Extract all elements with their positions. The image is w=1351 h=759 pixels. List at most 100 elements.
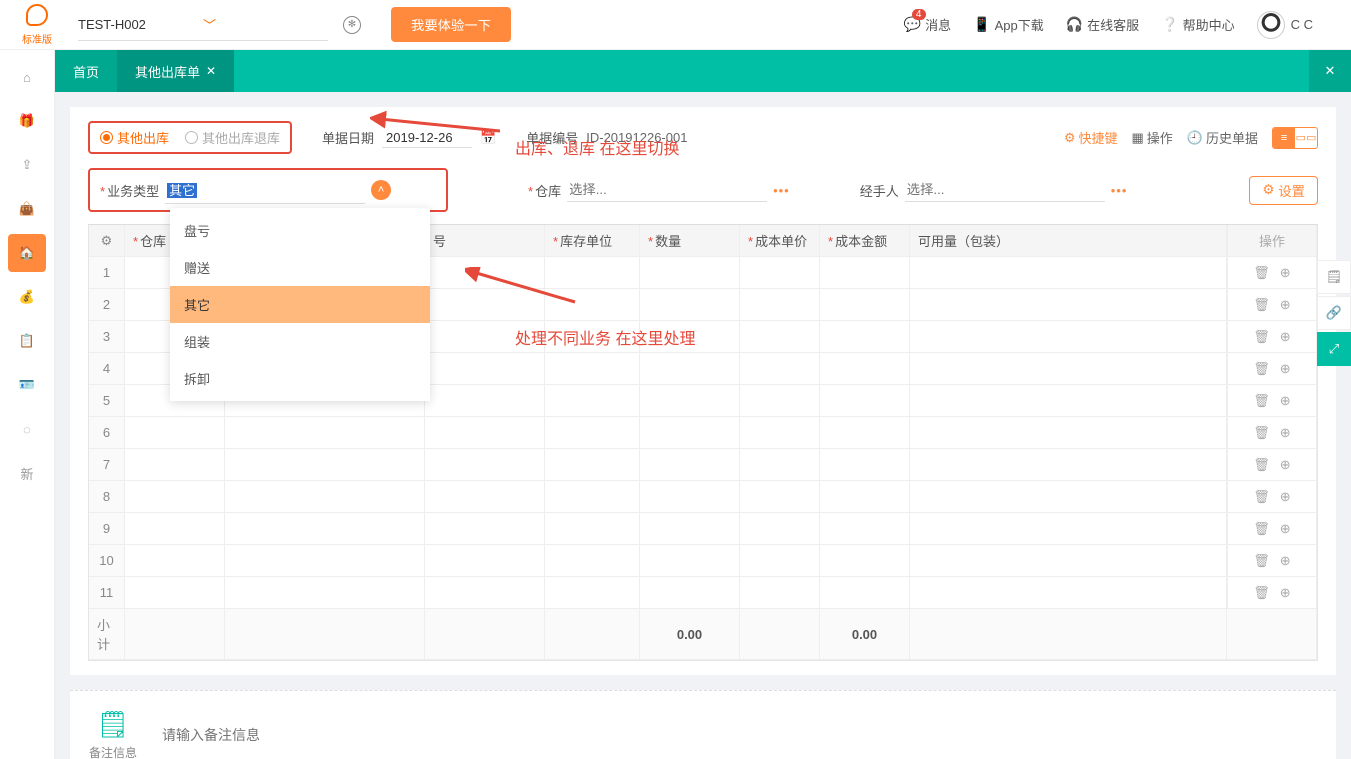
delete-row-icon[interactable]: 🗑	[1253, 585, 1270, 601]
add-row-icon[interactable]: ⊕	[1280, 393, 1291, 409]
operator-select[interactable]	[905, 178, 1105, 202]
doc-no-value: ID-20191226-001	[586, 130, 687, 145]
nav-gift-icon[interactable]: 🎁	[8, 102, 46, 140]
delete-row-icon[interactable]: 🗑	[1253, 457, 1270, 473]
biz-type-dropdown: 盘亏 赠送 其它 组装 拆卸	[170, 208, 430, 401]
chevron-down-icon: ﹀	[203, 15, 328, 34]
table-row[interactable]: 7🗑⊕	[89, 449, 1317, 481]
logo-icon	[26, 4, 48, 26]
delete-row-icon[interactable]: 🗑	[1253, 521, 1270, 537]
subtotal-qty: 0.00	[640, 609, 740, 659]
nav-warehouse-icon[interactable]: 🏠	[8, 234, 46, 272]
right-tool-rail: 🗒 🔗 ⤢	[1317, 260, 1351, 368]
help-icon: ❔	[1161, 16, 1178, 33]
more-icon[interactable]: •••	[773, 183, 790, 198]
delete-row-icon[interactable]: 🗑	[1253, 329, 1270, 345]
message-badge: 4	[912, 9, 926, 20]
list-view-icon[interactable]: ≡	[1273, 128, 1295, 148]
card-view-icon[interactable]: ▭▭	[1295, 128, 1317, 148]
add-row-icon[interactable]: ⊕	[1280, 297, 1291, 313]
trial-button[interactable]: 我要体验一下	[391, 7, 511, 42]
app-download-button[interactable]: 📱 App下载	[973, 15, 1044, 34]
expand-tool-icon[interactable]: ⤢	[1317, 332, 1351, 366]
link-tool-icon[interactable]: 🔗	[1317, 296, 1351, 330]
column-config-icon[interactable]: ⚙	[89, 225, 125, 256]
settings-button[interactable]: ⚙设置	[1249, 176, 1318, 205]
warehouse-label: 仓库	[528, 181, 561, 200]
row-index: 8	[89, 481, 125, 512]
delete-row-icon[interactable]: 🗑	[1253, 425, 1270, 441]
add-row-icon[interactable]: ⊕	[1280, 265, 1291, 281]
headset-icon: 🎧	[1066, 16, 1083, 33]
biz-option[interactable]: 赠送	[170, 249, 430, 286]
view-toggle[interactable]: ≡ ▭▭	[1272, 127, 1318, 149]
table-row[interactable]: 10🗑⊕	[89, 545, 1317, 577]
chevron-up-icon[interactable]: ˄	[371, 180, 391, 200]
brand-logo: 标准版	[16, 4, 58, 46]
tab-other-out[interactable]: 其他出库单✕	[117, 50, 234, 92]
nav-clipboard-icon[interactable]: 📋	[8, 322, 46, 360]
doc-date: 单据日期 2019-12-26 📅	[322, 128, 496, 148]
add-row-icon[interactable]: ⊕	[1280, 585, 1291, 601]
warehouse-select[interactable]	[567, 178, 767, 202]
history-button[interactable]: 🕘历史单据	[1187, 128, 1258, 147]
radio-other-out[interactable]: 其他出库	[100, 128, 169, 147]
add-row-icon[interactable]: ⊕	[1280, 361, 1291, 377]
close-all-tabs[interactable]: ✕	[1309, 50, 1351, 92]
table-row[interactable]: 9🗑⊕	[89, 513, 1317, 545]
org-selector[interactable]: TEST-H002 ﹀	[78, 9, 328, 41]
add-row-icon[interactable]: ⊕	[1280, 329, 1291, 345]
add-row-icon[interactable]: ⊕	[1280, 425, 1291, 441]
shortcut-button[interactable]: ⚙快捷键	[1064, 128, 1118, 147]
delete-row-icon[interactable]: 🗑	[1253, 489, 1270, 505]
table-row[interactable]: 11 🗑 ⊕	[89, 577, 1317, 609]
calendar-icon[interactable]: 📅	[480, 130, 496, 146]
nav-contact-icon[interactable]: 🪪	[8, 366, 46, 404]
more-icon[interactable]: •••	[1111, 183, 1128, 198]
help-center-button[interactable]: ❔ 帮助中心	[1161, 15, 1234, 34]
biz-option[interactable]: 组装	[170, 323, 430, 360]
tab-strip: 首页 其他出库单✕ ✕	[55, 50, 1351, 92]
delete-row-icon[interactable]: 🗑	[1253, 361, 1270, 377]
biz-type-input[interactable]: 其它	[165, 176, 365, 204]
nav-home-icon[interactable]: ⌂	[8, 58, 46, 96]
left-nav-rail: ⌂ 🎁 ⇪ 👜 🏠 💰 📋 🪪 ◌ 新	[0, 50, 55, 759]
customer-service-button[interactable]: 🎧 在线客服	[1066, 15, 1139, 34]
add-row-icon[interactable]: ⊕	[1280, 489, 1291, 505]
biz-option[interactable]: 其它	[170, 286, 430, 323]
operate-button[interactable]: ▦操作	[1131, 128, 1172, 147]
doc-no: 单据编号 ID-20191226-001	[526, 128, 687, 147]
nav-bag-icon[interactable]: 👜	[8, 190, 46, 228]
table-row[interactable]: 8 🗑 ⊕	[89, 481, 1317, 513]
subtotal-amount: 0.00	[820, 609, 910, 659]
nav-in-icon[interactable]: ⇪	[8, 146, 46, 184]
radio-other-out-return[interactable]: 其他出库退库	[185, 128, 280, 147]
user-menu[interactable]: C C	[1257, 11, 1313, 39]
nav-money-icon[interactable]: 💰	[8, 278, 46, 316]
note-tool-icon[interactable]: 🗒	[1317, 260, 1351, 294]
add-row-icon[interactable]: ⊕	[1280, 457, 1291, 473]
delete-row-icon[interactable]: 🗑	[1253, 553, 1270, 569]
row-index: 1	[89, 257, 125, 288]
biz-option[interactable]: 拆卸	[170, 360, 430, 397]
remark-input[interactable]	[162, 727, 1318, 743]
table-row[interactable]: 6🗑⊕	[89, 417, 1317, 449]
biz-option[interactable]: 盘亏	[170, 212, 430, 249]
close-icon[interactable]: ✕	[206, 64, 216, 78]
delete-row-icon[interactable]: 🗑	[1253, 393, 1270, 409]
add-row-icon[interactable]: ⊕	[1280, 553, 1291, 569]
add-row-icon[interactable]: ⊕	[1280, 521, 1291, 537]
delete-row-icon[interactable]: 🗑	[1253, 297, 1270, 313]
tab-home[interactable]: 首页	[55, 50, 117, 92]
phone-icon: 📱	[973, 16, 990, 33]
delete-row-icon[interactable]: 🗑	[1253, 265, 1270, 281]
org-settings-icon[interactable]: ✻	[343, 16, 361, 34]
nav-ring-icon[interactable]: ◌	[8, 410, 46, 448]
nav-new-icon[interactable]: 新	[8, 454, 46, 492]
row-index: 5	[89, 385, 125, 416]
operator-label: 经手人	[860, 181, 899, 200]
doc-date-value[interactable]: 2019-12-26	[382, 128, 472, 148]
messages-button[interactable]: 💬 4 消息	[904, 15, 951, 34]
doc-type-radio-group: 其他出库 其他出库退库	[88, 121, 292, 154]
row-index: 11	[89, 577, 125, 608]
